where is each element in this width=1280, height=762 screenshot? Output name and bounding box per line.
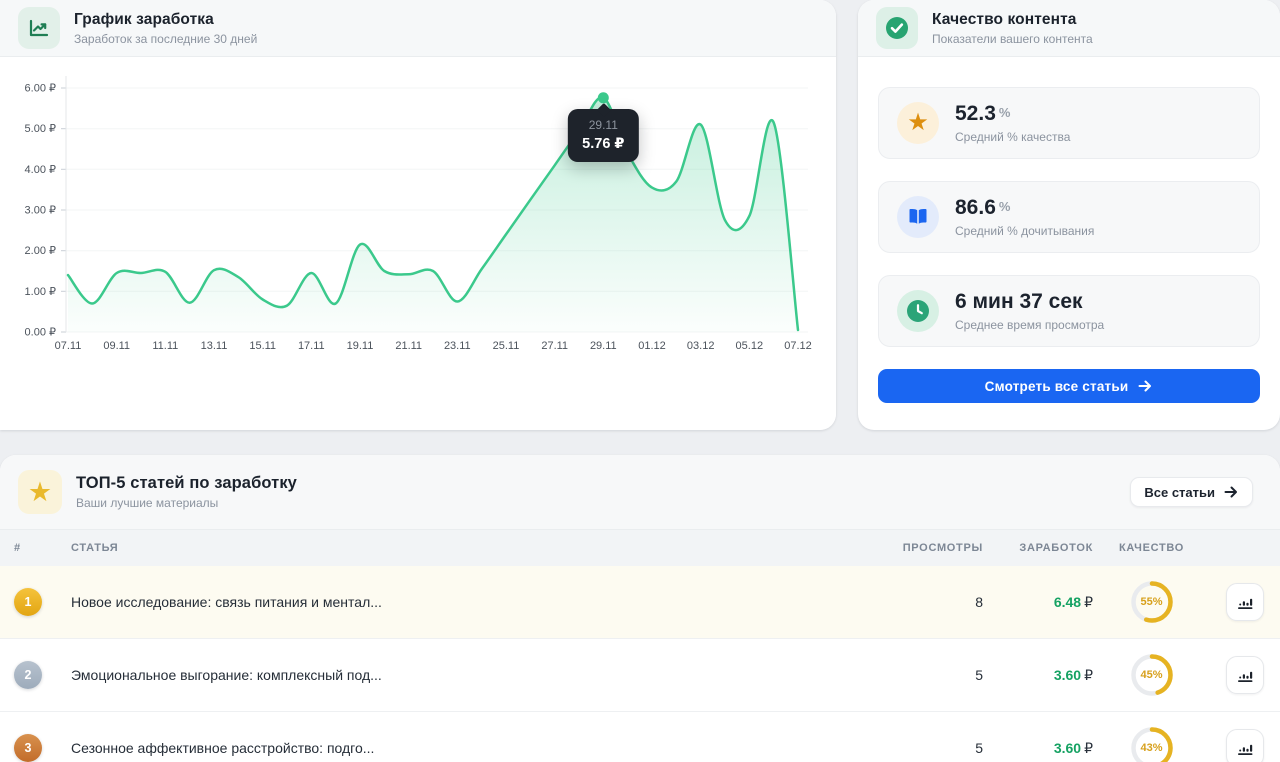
- table-row[interactable]: 3 Сезонное аффективное расстройство: под…: [0, 712, 1280, 762]
- views-value: 8: [975, 594, 983, 610]
- stat-avg-quality: ★ 52.3% Средний % качества: [878, 87, 1260, 159]
- trending-chart-icon: [18, 7, 60, 49]
- earnings-chart-card: График заработка Заработок за последние …: [0, 0, 836, 430]
- gold-star-icon: ★: [18, 470, 62, 514]
- star-icon: ★: [897, 102, 939, 144]
- chart-tooltip: 29.11 5.76 ₽: [568, 108, 639, 162]
- quality-ring: 45%: [1129, 652, 1175, 698]
- content-quality-card: Качество контента Показатели вашего конт…: [858, 0, 1280, 430]
- book-icon: [897, 196, 939, 238]
- table-header-row: # СТАТЬЯ ПРОСМОТРЫ ЗАРАБОТОК КАЧЕСТВО: [0, 530, 1280, 566]
- svg-text:13.11: 13.11: [201, 340, 228, 352]
- top-articles-title: ТОП-5 статей по заработку: [76, 474, 297, 492]
- stat-avg-read: 86.6% Средний % дочитывания: [878, 181, 1260, 253]
- view-all-articles-button[interactable]: Смотреть все статьи: [878, 369, 1260, 403]
- svg-text:19.11: 19.11: [347, 340, 374, 352]
- article-title: Новое исследование: связь питания и мент…: [71, 594, 382, 610]
- avg-read-label: Средний % дочитывания: [955, 224, 1095, 238]
- col-earnings: ЗАРАБОТОК: [1019, 542, 1093, 554]
- col-rank: #: [14, 542, 21, 554]
- svg-text:09.11: 09.11: [103, 340, 130, 352]
- quality-percent: 45%: [1140, 669, 1163, 681]
- bar-chart-icon: [1238, 671, 1253, 682]
- quality-card-header: Качество контента Показатели вашего конт…: [858, 0, 1280, 57]
- all-articles-button[interactable]: Все статьи: [1130, 477, 1253, 507]
- svg-text:27.11: 27.11: [541, 340, 568, 352]
- article-stats-button[interactable]: [1226, 656, 1264, 694]
- table-row[interactable]: 1 Новое исследование: связь питания и ме…: [0, 566, 1280, 639]
- avg-view-time-label: Среднее время просмотра: [955, 318, 1105, 332]
- arrow-right-icon: [1224, 486, 1237, 498]
- quality-card-body: ★ 52.3% Средний % качества 86.6 % Средни…: [858, 57, 1280, 423]
- earnings-value: 3.60 ₽: [1053, 666, 1093, 683]
- svg-text:6.00 ₽: 6.00 ₽: [25, 83, 56, 95]
- avg-read-value: 86.6: [955, 196, 996, 219]
- col-article: СТАТЬЯ: [71, 542, 119, 554]
- svg-text:4.00 ₽: 4.00 ₽: [25, 164, 56, 176]
- svg-text:25.11: 25.11: [493, 340, 520, 352]
- svg-text:3.00 ₽: 3.00 ₽: [25, 205, 56, 217]
- earnings-value: 3.60 ₽: [1053, 739, 1093, 756]
- top-articles-header: ★ ТОП-5 статей по заработку Ваши лучшие …: [0, 455, 1280, 530]
- table-row[interactable]: 2 Эмоциональное выгорание: комплексный п…: [0, 639, 1280, 712]
- svg-text:05.12: 05.12: [736, 340, 764, 352]
- article-title: Сезонное аффективное расстройство: подго…: [71, 740, 375, 756]
- bar-chart-icon: [1238, 744, 1253, 755]
- article-title: Эмоциональное выгорание: комплексный под…: [71, 667, 382, 683]
- avg-quality-suffix: %: [998, 105, 1011, 120]
- svg-text:2.00 ₽: 2.00 ₽: [25, 245, 56, 257]
- views-value: 5: [975, 667, 983, 683]
- tooltip-value: 5.76 ₽: [582, 135, 625, 152]
- clock-icon: [897, 290, 939, 332]
- svg-text:07.11: 07.11: [55, 340, 82, 352]
- earnings-subtitle: Заработок за последние 30 дней: [74, 31, 258, 46]
- quality-ring: 43%: [1129, 725, 1175, 762]
- quality-percent: 43%: [1140, 742, 1163, 754]
- svg-text:17.11: 17.11: [298, 340, 325, 352]
- svg-text:01.12: 01.12: [638, 340, 666, 352]
- col-quality: КАЧЕСТВО: [1118, 542, 1185, 554]
- svg-text:0.00 ₽: 0.00 ₽: [25, 327, 56, 339]
- earnings-card-header: График заработка Заработок за последние …: [0, 0, 836, 57]
- tooltip-date: 29.11: [588, 117, 618, 132]
- arrow-right-icon: [1138, 380, 1152, 392]
- quality-percent: 55%: [1140, 596, 1163, 608]
- svg-text:1.00 ₽: 1.00 ₽: [25, 286, 56, 298]
- avg-quality-value: 52.3: [955, 102, 996, 125]
- quality-ring: 55%: [1129, 579, 1175, 625]
- article-stats-button[interactable]: [1226, 729, 1264, 762]
- rank-badge: 3: [14, 734, 42, 762]
- quality-subtitle: Показатели вашего контента: [932, 31, 1093, 46]
- table-body: 1 Новое исследование: связь питания и ме…: [0, 566, 1280, 762]
- top-row: График заработка Заработок за последние …: [0, 0, 1280, 430]
- col-views: ПРОСМОТРЫ: [902, 542, 983, 554]
- svg-text:03.12: 03.12: [687, 340, 715, 352]
- bar-chart-icon: [1238, 598, 1253, 609]
- earnings-title: График заработка: [74, 10, 214, 28]
- earnings-area-chart: 0.00 ₽ 1.00 ₽ 2.00 ₽ 3.00 ₽ 4.00 ₽ 5.00 ₽ 6.00…: [25, 76, 812, 352]
- svg-text:29.11: 29.11: [590, 340, 617, 352]
- avg-quality-label: Средний % качества: [955, 130, 1071, 144]
- views-value: 5: [975, 740, 983, 756]
- svg-text:11.11: 11.11: [152, 340, 178, 352]
- svg-text:07.12: 07.12: [784, 340, 812, 352]
- rank-badge: 1: [14, 588, 42, 616]
- svg-text:23.11: 23.11: [444, 340, 471, 352]
- check-circle-icon: [876, 7, 918, 49]
- top-articles-card: ★ ТОП-5 статей по заработку Ваши лучшие …: [0, 455, 1280, 762]
- earnings-chart: 0.00 ₽ 1.00 ₽ 2.00 ₽ 3.00 ₽ 4.00 ₽ 5.00 ₽ 6.00…: [0, 57, 836, 430]
- svg-text:5.00 ₽: 5.00 ₽: [25, 123, 56, 135]
- svg-text:15.11: 15.11: [249, 340, 276, 352]
- article-stats-button[interactable]: [1226, 583, 1264, 621]
- earnings-value: 6.48 ₽: [1053, 593, 1093, 610]
- stat-avg-view-time: 6 мин 37 сек Среднее время просмотра: [878, 275, 1260, 347]
- quality-title: Качество контента: [932, 10, 1077, 28]
- rank-badge: 2: [14, 661, 42, 689]
- avg-read-suffix: %: [998, 199, 1011, 214]
- avg-view-time-value: 6 мин 37 сек: [955, 290, 1083, 313]
- top-articles-subtitle: Ваши лучшие материалы: [76, 496, 219, 510]
- svg-text:21.11: 21.11: [395, 340, 422, 352]
